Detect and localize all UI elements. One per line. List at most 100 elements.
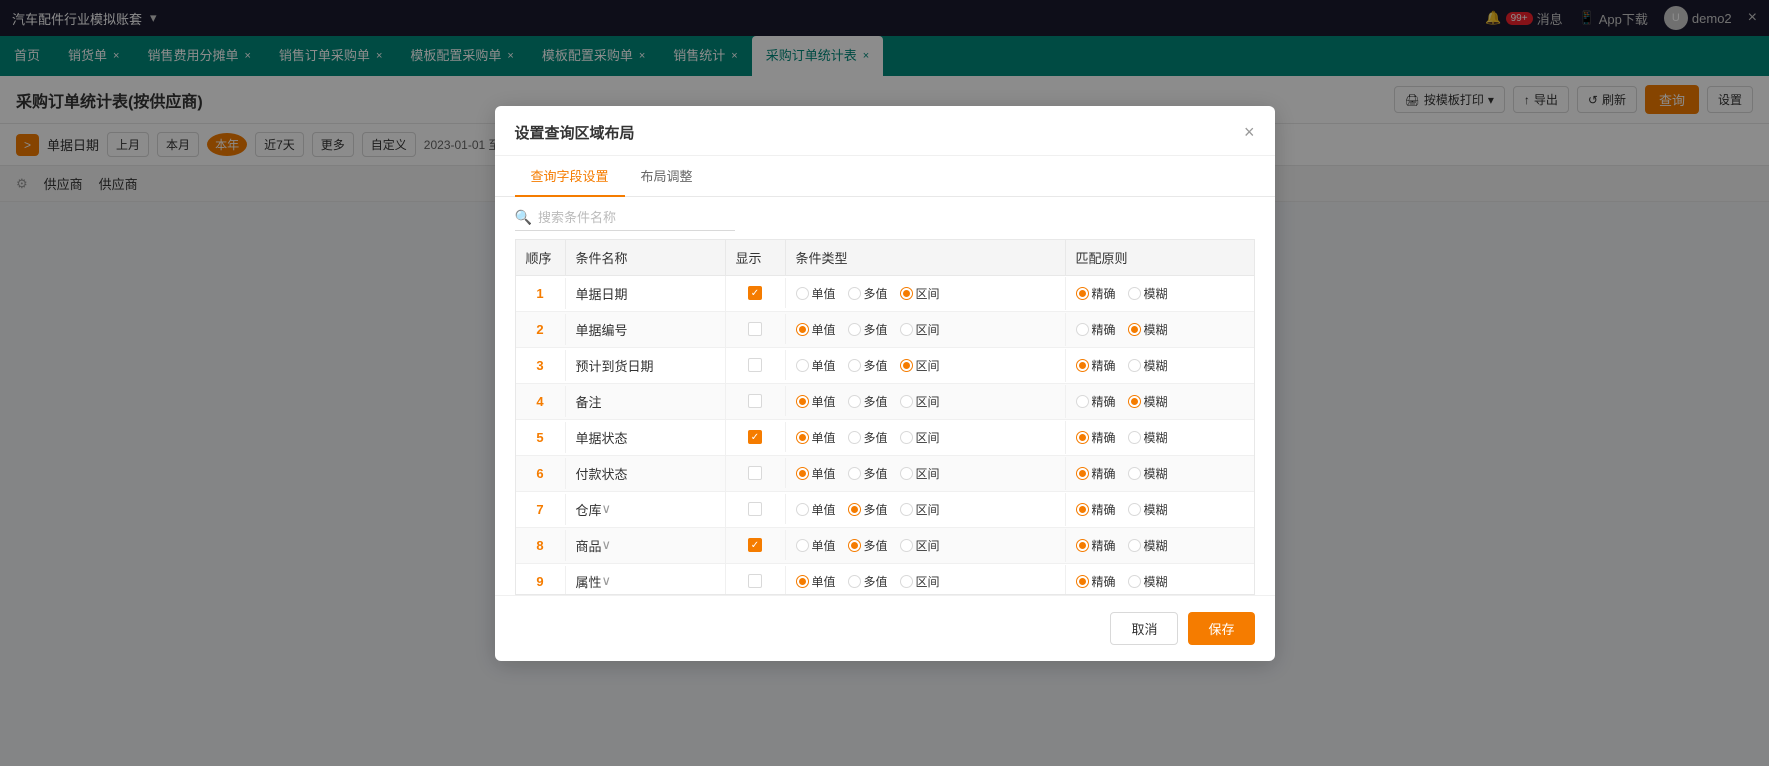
cell-types: 单值 多值 区间	[786, 457, 1066, 490]
cell-name: 商品 ∨	[566, 528, 726, 563]
display-checkbox[interactable]	[748, 538, 762, 552]
type-radio-1[interactable]: 多值	[848, 573, 888, 590]
save-btn[interactable]: 保存	[1188, 612, 1254, 645]
match-label: 精确	[1092, 501, 1116, 518]
type-radio-2[interactable]: 区间	[900, 573, 940, 590]
type-radio-2[interactable]: 区间	[900, 285, 940, 302]
match-radio-1[interactable]: 模糊	[1128, 321, 1168, 338]
type-radio-2[interactable]: 区间	[900, 501, 940, 518]
cell-display[interactable]	[726, 530, 786, 560]
match-label: 精确	[1092, 537, 1116, 554]
radio-circle	[1128, 359, 1141, 372]
type-radio-0[interactable]: 单值	[796, 321, 836, 338]
order-number: 8	[536, 538, 543, 553]
match-label: 模糊	[1144, 357, 1168, 374]
chevron-down-icon[interactable]: ∨	[602, 537, 612, 553]
cancel-label: 取消	[1131, 622, 1157, 637]
type-radio-0[interactable]: 单值	[796, 357, 836, 374]
radio-circle	[1076, 359, 1089, 372]
type-radio-0[interactable]: 单值	[796, 501, 836, 518]
type-radio-1[interactable]: 多值	[848, 501, 888, 518]
cell-display[interactable]	[726, 458, 786, 488]
match-radio-0[interactable]: 精确	[1076, 321, 1116, 338]
type-radio-2[interactable]: 区间	[900, 321, 940, 338]
type-radio-0[interactable]: 单值	[796, 537, 836, 554]
radio-circle	[1128, 575, 1141, 588]
cell-display[interactable]	[726, 350, 786, 380]
type-radio-group: 单值 多值 区间	[796, 357, 940, 374]
match-radio-0[interactable]: 精确	[1076, 501, 1116, 518]
type-radio-2[interactable]: 区间	[900, 357, 940, 374]
tab-query-fields-label: 查询字段设置	[531, 169, 609, 184]
cell-display[interactable]	[726, 494, 786, 524]
cell-order: 9	[516, 566, 566, 595]
type-radio-0[interactable]: 单值	[796, 465, 836, 482]
type-radio-1[interactable]: 多值	[848, 285, 888, 302]
match-radio-1[interactable]: 模糊	[1128, 393, 1168, 410]
cell-types: 单值 多值 区间	[786, 385, 1066, 418]
search-input[interactable]	[538, 210, 735, 225]
display-checkbox[interactable]	[748, 322, 762, 336]
type-radio-1[interactable]: 多值	[848, 357, 888, 374]
type-radio-group: 单值 多值 区间	[796, 393, 940, 410]
type-radio-1[interactable]: 多值	[848, 465, 888, 482]
tab-layout[interactable]: 布局调整	[625, 156, 709, 197]
radio-circle	[1076, 287, 1089, 300]
match-label: 精确	[1092, 357, 1116, 374]
type-radio-0[interactable]: 单值	[796, 285, 836, 302]
cancel-btn[interactable]: 取消	[1110, 612, 1178, 645]
chevron-down-icon[interactable]: ∨	[602, 573, 612, 589]
cell-display[interactable]	[726, 566, 786, 595]
type-radio-0[interactable]: 单值	[796, 429, 836, 446]
cell-display[interactable]	[726, 422, 786, 452]
chevron-down-icon[interactable]: ∨	[602, 501, 612, 517]
match-radio-0[interactable]: 精确	[1076, 393, 1116, 410]
order-number: 4	[536, 394, 543, 409]
type-radio-1[interactable]: 多值	[848, 321, 888, 338]
match-radio-0[interactable]: 精确	[1076, 429, 1116, 446]
cell-display[interactable]	[726, 314, 786, 344]
type-radio-1[interactable]: 多值	[848, 393, 888, 410]
match-radio-1[interactable]: 模糊	[1128, 429, 1168, 446]
match-radio-group: 精确 模糊	[1076, 393, 1168, 410]
display-checkbox[interactable]	[748, 358, 762, 372]
match-radio-1[interactable]: 模糊	[1128, 285, 1168, 302]
radio-circle	[900, 575, 913, 588]
cell-display[interactable]	[726, 278, 786, 308]
display-checkbox[interactable]	[748, 502, 762, 516]
match-radio-0[interactable]: 精确	[1076, 573, 1116, 590]
type-radio-0[interactable]: 单值	[796, 573, 836, 590]
table-row: 7仓库 ∨ 单值 多值 区间 精确 模糊	[516, 492, 1254, 528]
cell-matches: 精确 模糊	[1066, 493, 1255, 526]
type-radio-1[interactable]: 多值	[848, 429, 888, 446]
type-label: 单值	[812, 357, 836, 374]
display-checkbox[interactable]	[748, 574, 762, 588]
conditions-table: 顺序 条件名称 显示 条件类型 匹配原则 1单据日期 单值 多值 区间 精确 模…	[515, 239, 1255, 595]
type-radio-2[interactable]: 区间	[900, 537, 940, 554]
table-header: 顺序 条件名称 显示 条件类型 匹配原则	[515, 239, 1255, 275]
display-checkbox[interactable]	[748, 286, 762, 300]
type-radio-0[interactable]: 单值	[796, 393, 836, 410]
display-checkbox[interactable]	[748, 394, 762, 408]
type-radio-1[interactable]: 多值	[848, 537, 888, 554]
display-checkbox[interactable]	[748, 430, 762, 444]
match-radio-0[interactable]: 精确	[1076, 465, 1116, 482]
match-radio-1[interactable]: 模糊	[1128, 573, 1168, 590]
match-label: 模糊	[1144, 429, 1168, 446]
tab-query-fields[interactable]: 查询字段设置	[515, 156, 625, 197]
match-radio-1[interactable]: 模糊	[1128, 465, 1168, 482]
type-radio-2[interactable]: 区间	[900, 393, 940, 410]
match-radio-1[interactable]: 模糊	[1128, 501, 1168, 518]
match-radio-1[interactable]: 模糊	[1128, 357, 1168, 374]
match-label: 模糊	[1144, 537, 1168, 554]
type-radio-2[interactable]: 区间	[900, 465, 940, 482]
match-radio-1[interactable]: 模糊	[1128, 537, 1168, 554]
display-checkbox[interactable]	[748, 466, 762, 480]
match-radio-0[interactable]: 精确	[1076, 285, 1116, 302]
match-radio-0[interactable]: 精确	[1076, 357, 1116, 374]
radio-circle	[848, 323, 861, 336]
type-radio-2[interactable]: 区间	[900, 429, 940, 446]
match-radio-0[interactable]: 精确	[1076, 537, 1116, 554]
cell-display[interactable]	[726, 386, 786, 416]
dialog-close-btn[interactable]: ×	[1244, 123, 1255, 141]
